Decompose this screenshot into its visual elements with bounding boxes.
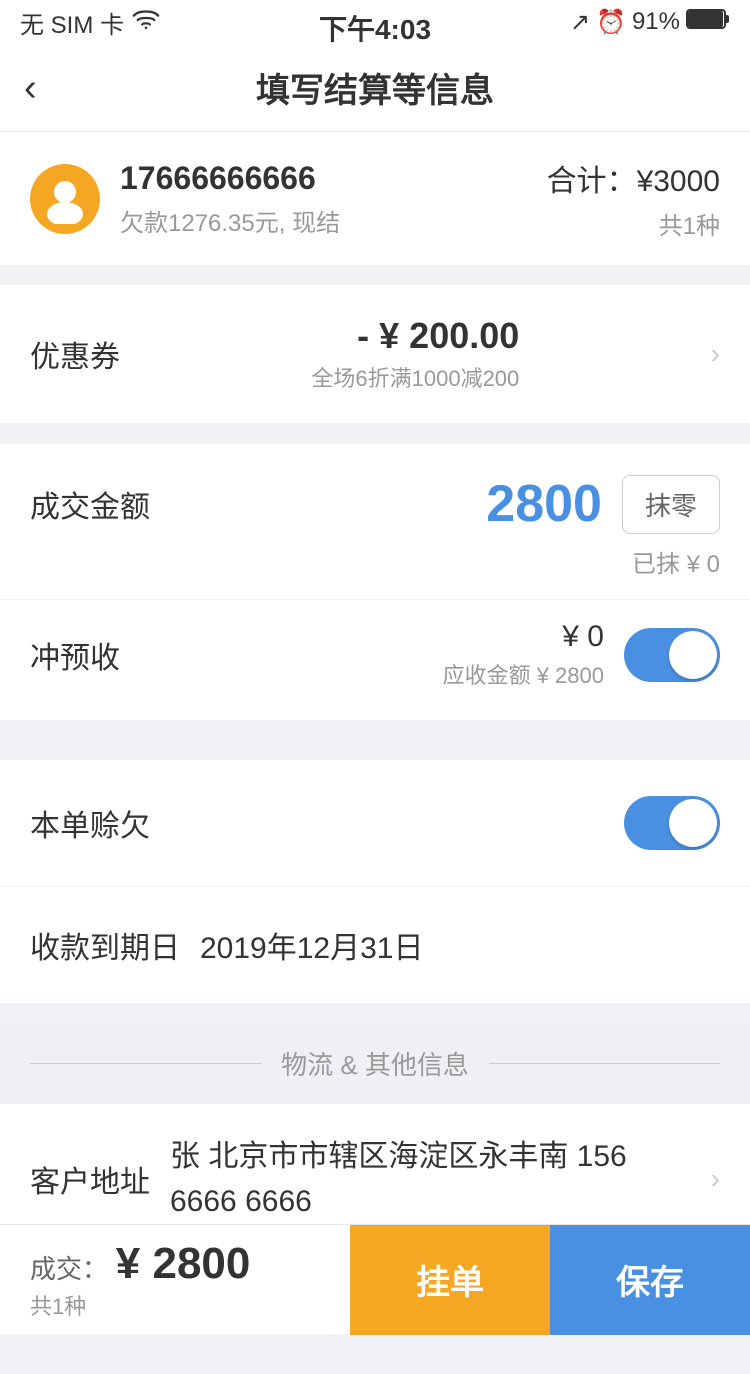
bottom-summary-label-row: 成交： ¥ 2800 [30,1239,320,1289]
alarm-icon: ⏰ [596,8,626,37]
toggle-knob [669,631,717,679]
bottom-summary: 成交： ¥ 2800 共1种 [0,1239,350,1321]
debt-label: 本单赊欠 [30,801,150,845]
bottom-bar: 成交： ¥ 2800 共1种 挂单 保存 [0,1224,750,1334]
section-line-left [30,1063,261,1064]
prepay-right: ¥ 0 应收金额 ¥ 2800 [443,620,720,690]
avatar [30,164,100,234]
address-value: 张 北京市市辖区海淀区永丰南 156 6666 6666 [170,1134,691,1224]
customer-total: 合计：¥3000 [547,156,720,200]
round-button[interactable]: 抹零 [622,475,720,534]
logistics-section-header: 物流 & 其他信息 [0,1023,750,1104]
coupon-chevron-icon: › [711,338,720,370]
address-label: 客户地址 [30,1157,150,1201]
customer-debt: 欠款1276.35元, 现结 [120,203,340,238]
amount-section: 成交金额 2800 抹零 已抹 ¥ 0 冲预收 ¥ 0 应收金额 ¥ 2800 [0,444,750,720]
due-date-row: 收款到期日 2019年12月31日 [0,886,750,1003]
prepay-amount-block: ¥ 0 应收金额 ¥ 2800 [443,620,604,690]
bottom-summary-amount: ¥ 2800 [116,1239,251,1288]
customer-right: 合计：¥3000 共1种 [547,156,720,241]
due-date-label: 收款到期日 [30,923,180,967]
amount-row: 成交金额 2800 抹零 [0,444,750,544]
coupon-sub: 全场6折满1000减200 [311,361,519,393]
wifi-icon [132,8,160,36]
divider-1 [0,424,750,444]
nav-title: 填写结算等信息 [256,63,494,112]
battery-text: 91% [632,8,680,36]
debt-row: 本单赊欠 [0,760,750,886]
nav-bar: ‹ 填写结算等信息 [0,44,750,132]
coupon-row[interactable]: 优惠券 - ¥ 200.00 全场6折满1000减200 › [0,285,750,424]
status-bar: 无 SIM 卡 下午4:03 ↗ ⏰ 91% [0,0,750,44]
debt-toggle[interactable] [624,796,720,850]
status-time: 下午4:03 [319,8,431,48]
back-button[interactable]: ‹ [24,69,37,107]
due-date-value: 2019年12月31日 [200,923,423,967]
amount-sub: 已抹 ¥ 0 [0,544,750,599]
prepay-toggle[interactable] [624,628,720,682]
bottom-summary-label: 成交： [30,1254,108,1284]
customer-left: 17666666666 欠款1276.35元, 现结 [30,160,340,238]
save-button[interactable]: 保存 [550,1225,750,1335]
customer-card: 17666666666 欠款1276.35元, 现结 合计：¥3000 共1种 [0,132,750,265]
section-header-text: 物流 & 其他信息 [281,1045,469,1082]
customer-count: 共1种 [547,206,720,241]
debt-toggle-knob [669,799,717,847]
hold-button[interactable]: 挂单 [350,1225,550,1335]
bottom-summary-count: 共1种 [30,1289,320,1321]
amount-right: 2800 抹零 [486,474,720,534]
customer-phone: 17666666666 [120,160,340,197]
location-icon: ↗ [570,8,590,37]
customer-info: 17666666666 欠款1276.35元, 现结 [120,160,340,238]
prepay-row: 冲预收 ¥ 0 应收金额 ¥ 2800 [0,599,750,720]
amount-value: 2800 [486,474,602,534]
coupon-discount: - ¥ 200.00 [311,315,519,357]
carrier-text: 无 SIM 卡 [20,5,124,40]
divider-2 [0,720,750,740]
coupon-right: - ¥ 200.00 全场6折满1000减200 [311,315,519,393]
content: 17666666666 欠款1276.35元, 现结 合计：¥3000 共1种 … [0,132,750,1374]
section-line-right [489,1063,720,1064]
status-left: 无 SIM 卡 [20,5,160,40]
prepay-sub: 应收金额 ¥ 2800 [443,658,604,690]
coupon-label: 优惠券 [30,332,120,376]
status-right: ↗ ⏰ 91% [570,8,730,37]
prepay-label: 冲预收 [30,633,120,677]
amount-label: 成交金额 [30,482,150,526]
address-chevron-icon: › [711,1163,720,1195]
prepay-amount: ¥ 0 [443,620,604,654]
battery-icon [686,8,730,37]
